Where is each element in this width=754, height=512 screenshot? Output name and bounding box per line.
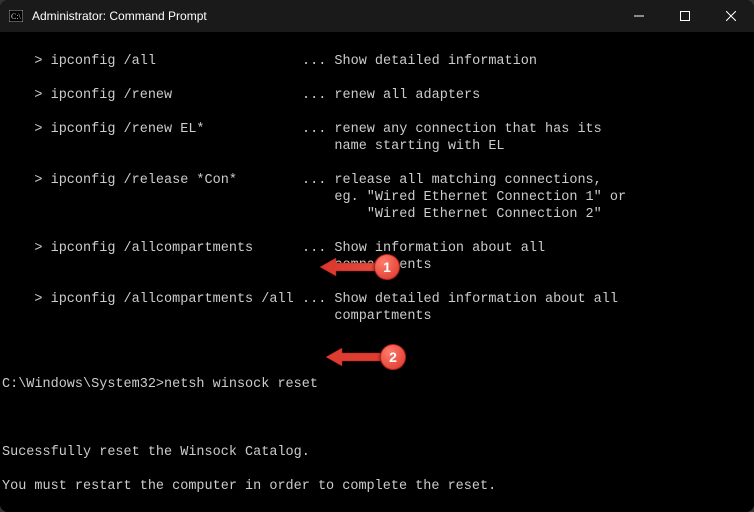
close-button[interactable] <box>708 0 754 32</box>
help-cmd: > ipconfig /allcompartments <box>2 240 302 274</box>
window-controls <box>616 0 754 32</box>
help-desc: ... renew all adapters <box>302 87 752 104</box>
minimize-button[interactable] <box>616 0 662 32</box>
maximize-button[interactable] <box>662 0 708 32</box>
command-prompt-window: C:\ Administrator: Command Prompt > ipco… <box>0 0 754 512</box>
help-cmd: > ipconfig /allcompartments /all <box>2 291 302 325</box>
help-desc: ... Show information about all compartme… <box>302 240 752 274</box>
typed-command: netsh winsock reset <box>164 377 318 392</box>
output-line: You must restart the computer in order t… <box>2 478 752 495</box>
help-cmd: > ipconfig /release *Con* <box>2 172 302 223</box>
titlebar[interactable]: C:\ Administrator: Command Prompt <box>0 0 754 32</box>
svg-text:C:\: C:\ <box>11 12 22 21</box>
help-desc: ... release all matching connections, eg… <box>302 172 752 223</box>
help-cmd: > ipconfig /renew <box>2 87 302 104</box>
cmd-icon: C:\ <box>8 8 24 24</box>
help-desc: ... Show detailed information <box>302 53 752 70</box>
prompt-path: C:\Windows\System32> <box>2 377 164 392</box>
terminal-output[interactable]: > ipconfig /all... Show detailed informa… <box>0 32 754 512</box>
help-desc: ... renew any connection that has its na… <box>302 121 752 155</box>
help-cmd: > ipconfig /renew EL* <box>2 121 302 155</box>
output-line: Sucessfully reset the Winsock Catalog. <box>2 444 752 461</box>
window-title: Administrator: Command Prompt <box>32 9 207 23</box>
help-desc: ... Show detailed information about all … <box>302 291 752 325</box>
help-cmd: > ipconfig /all <box>2 53 302 70</box>
